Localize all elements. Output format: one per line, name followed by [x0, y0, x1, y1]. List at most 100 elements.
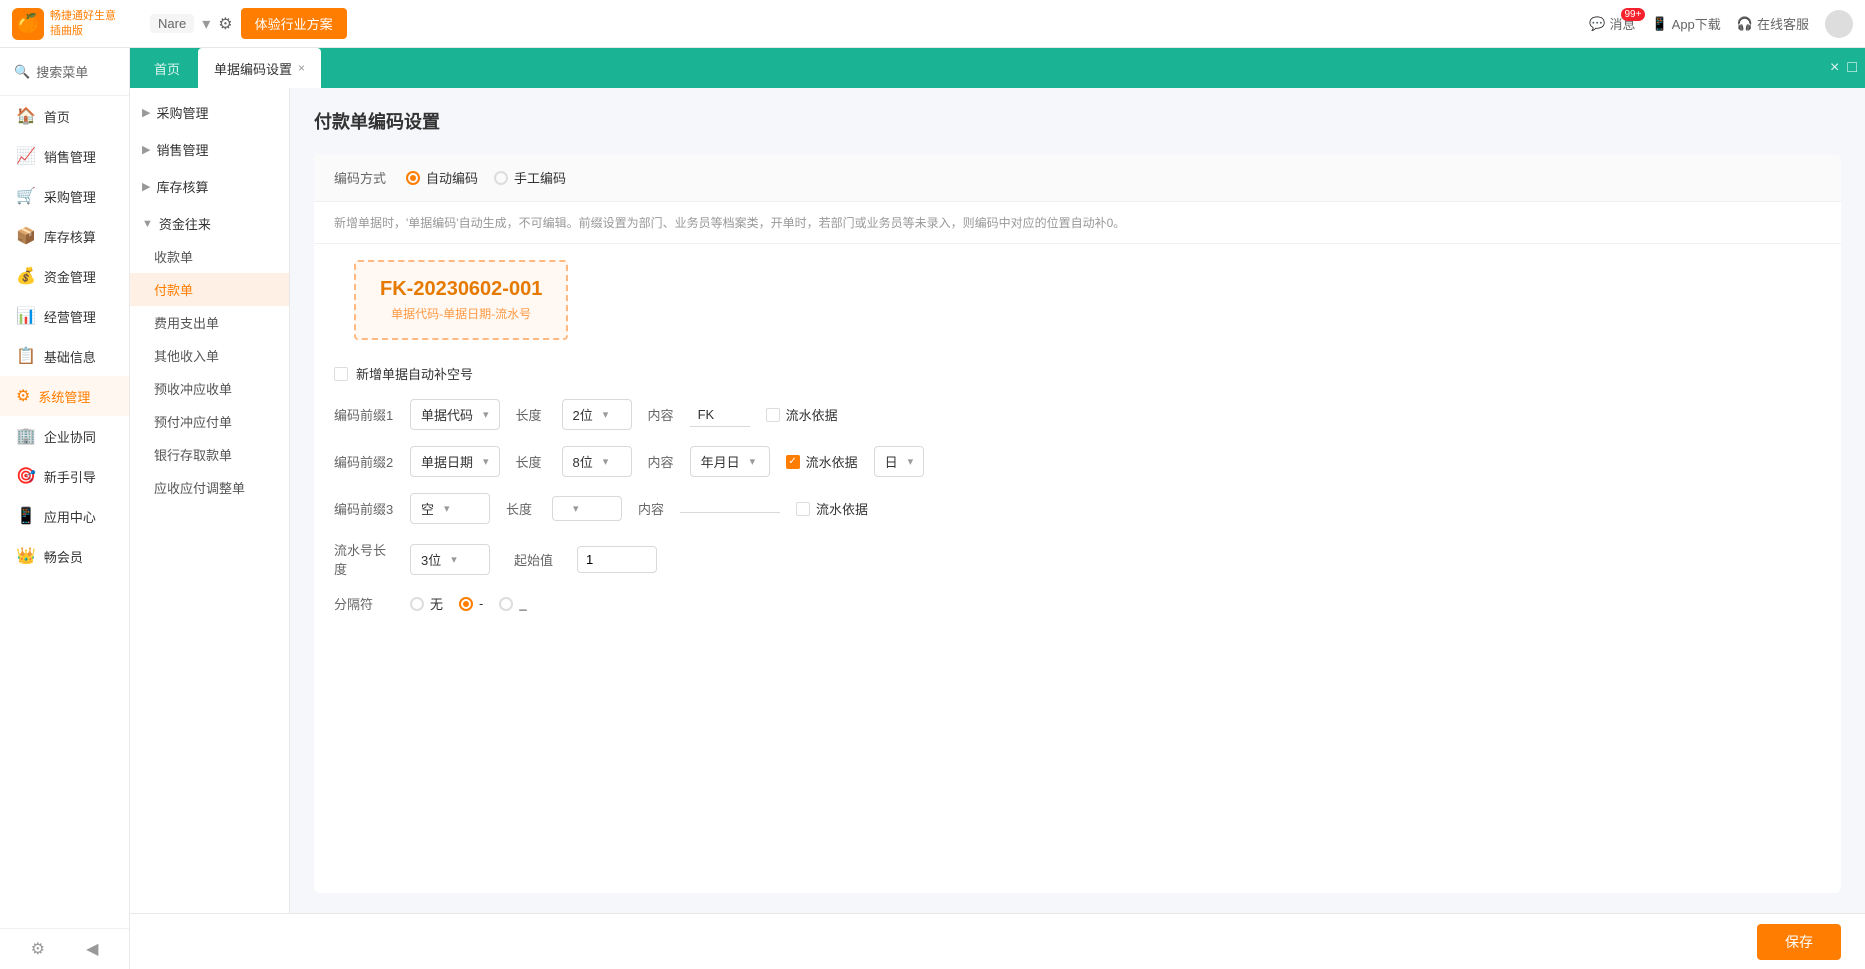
tab-maximize-icon[interactable]: □ [1847, 59, 1857, 77]
second-sidebar-item-pre-payment[interactable]: 预付冲应付单 [130, 405, 289, 438]
separator-none-option[interactable]: 无 [410, 594, 443, 613]
second-sidebar-item-pre-receipt[interactable]: 预收冲应收单 [130, 372, 289, 405]
separator-radio-group: 无 - _ [410, 594, 527, 613]
content-area: ▶ 采购管理 ▶ 销售管理 ▶ 库存核算 [130, 88, 1865, 913]
prefix2-row: 编码前缀2 单据日期 ▾ 长度 8位 ▾ 内容 [334, 446, 1821, 477]
separator-dot2-radio[interactable] [499, 597, 513, 611]
tab-bar: 首页 单据编码设置 × × □ [130, 48, 1865, 88]
company-dropdown-icon[interactable]: ▾ [202, 14, 210, 34]
second-sidebar-sales-header[interactable]: ▶ 销售管理 [130, 133, 289, 166]
sidebar-item-apps[interactable]: 📱 应用中心 [0, 496, 129, 536]
sidebar-item-system[interactable]: ⚙ 系统管理 [0, 376, 129, 416]
logo-icon: 🍊 [12, 8, 44, 40]
company-selector[interactable]: Nare [150, 14, 194, 33]
prefix2-arrow-icon: ▾ [483, 455, 489, 468]
basic-icon: 📋 [16, 346, 36, 366]
main-content: 付款单编码设置 编码方式 自动编码 手工编码 [290, 88, 1865, 913]
trial-button[interactable]: 体验行业方案 [241, 8, 347, 39]
encoding-method-radio-group: 自动编码 手工编码 [406, 168, 566, 187]
prefix2-serial-checkbox[interactable]: ✓ [786, 455, 800, 469]
tab-home[interactable]: 首页 [138, 48, 196, 88]
prefix1-length-value: 2位 [573, 405, 593, 424]
sidebar-item-home[interactable]: 🏠 首页 [0, 96, 129, 136]
prefix2-length-value: 8位 [573, 452, 593, 471]
prefix2-length-select[interactable]: 8位 ▾ [562, 446, 632, 477]
separator-row: 分隔符 无 - [334, 594, 1821, 613]
separator-dot2-option[interactable]: _ [499, 596, 526, 611]
top-header: 🍊 畅捷通好生意 插曲版 Nare ▾ ⚙ 体验行业方案 💬 消息 99+ 📱 … [0, 0, 1865, 48]
manual-encode-option[interactable]: 手工编码 [494, 168, 566, 187]
second-sidebar-purchase-header[interactable]: ▶ 采购管理 [130, 96, 289, 129]
prefix3-length-label: 长度 [506, 499, 536, 518]
sidebar-item-purchase[interactable]: 🛒 采购管理 [0, 176, 129, 216]
prefix2-length-arrow-icon: ▾ [603, 455, 609, 468]
separator-dot1-radio[interactable] [459, 597, 473, 611]
prefix3-length-select[interactable]: ▾ [552, 496, 622, 521]
prefix1-select[interactable]: 单据代码 ▾ [410, 399, 500, 430]
tab-current[interactable]: 单据编码设置 × [198, 48, 321, 88]
prefix2-content-select[interactable]: 年月日 ▾ [690, 446, 770, 477]
prefix3-serial-checkbox[interactable] [796, 502, 810, 516]
search-menu-button[interactable]: 🔍 搜索菜单 [8, 58, 121, 85]
sidebar-item-enterprise[interactable]: 🏢 企业协同 [0, 416, 129, 456]
prefix2-content-value: 年月日 [701, 452, 740, 471]
sidebar-item-inventory[interactable]: 📦 库存核算 [0, 216, 129, 256]
second-sidebar-item-bank[interactable]: 银行存取款单 [130, 438, 289, 471]
message-badge[interactable]: 💬 消息 99+ [1589, 14, 1635, 33]
second-sidebar-inventory-header[interactable]: ▶ 库存核算 [130, 170, 289, 203]
tab-current-label: 单据编码设置 [214, 59, 292, 78]
prefix3-label: 编码前缀3 [334, 499, 394, 518]
sidebar-search-area: 🔍 搜索菜单 [0, 48, 129, 96]
second-sidebar-capital-header[interactable]: ▼ 资金往来 [130, 207, 289, 240]
prefix3-content-label: 内容 [638, 499, 664, 518]
prefix1-serial-label: 流水依据 [786, 405, 838, 424]
sidebar-item-operations[interactable]: 📊 经营管理 [0, 296, 129, 336]
serial-length-select[interactable]: 3位 ▾ [410, 544, 490, 575]
sidebar-enterprise-label: 企业协同 [44, 427, 96, 446]
prefix1-label: 编码前缀1 [334, 405, 394, 424]
second-sidebar-item-receipt[interactable]: 收款单 [130, 240, 289, 273]
online-service[interactable]: 🎧 在线客服 [1737, 14, 1809, 33]
tab-close-icon[interactable]: × [298, 61, 305, 75]
user-avatar[interactable] [1825, 10, 1853, 38]
manual-encode-radio[interactable] [494, 171, 508, 185]
sidebar-item-sales[interactable]: 📈 销售管理 [0, 136, 129, 176]
prefix1-serial-checkbox-group: 流水依据 [766, 405, 838, 424]
config-section: 编码前缀1 单据代码 ▾ 长度 2位 ▾ 内容 FK [314, 399, 1841, 649]
second-sidebar-item-other-income[interactable]: 其他收入单 [130, 339, 289, 372]
separator-dot2-label: _ [519, 596, 526, 611]
separator-dot1-label: - [479, 596, 483, 611]
tab-minimize-icon[interactable]: × [1830, 59, 1839, 77]
serial-start-input[interactable] [577, 546, 657, 573]
auto-fill-checkbox[interactable] [334, 367, 348, 381]
auto-encode-label: 自动编码 [426, 168, 478, 187]
prefix2-length-label: 长度 [516, 452, 546, 471]
sidebar-collapse-icon[interactable]: ◀ [86, 939, 98, 959]
second-sidebar-item-payment[interactable]: 付款单 [130, 273, 289, 306]
second-sidebar-item-expense[interactable]: 费用支出单 [130, 306, 289, 339]
separator-none-radio[interactable] [410, 597, 424, 611]
auto-encode-radio[interactable] [406, 171, 420, 185]
sidebar-settings-icon[interactable]: ⚙ [31, 939, 45, 959]
prefix2-serial-label: 流水依据 [806, 452, 858, 471]
sidebar-item-membership[interactable]: 👑 畅会员 [0, 536, 129, 576]
save-button[interactable]: 保存 [1757, 924, 1841, 960]
prefix2-select[interactable]: 单据日期 ▾ [410, 446, 500, 477]
auto-encode-option[interactable]: 自动编码 [406, 168, 478, 187]
prefix2-serial-period-select[interactable]: 日 ▾ [874, 446, 925, 477]
separator-dot1-option[interactable]: - [459, 596, 483, 611]
prefix2-serial-period-arrow-icon: ▾ [908, 455, 914, 468]
prefix1-length-select[interactable]: 2位 ▾ [562, 399, 632, 430]
app-download[interactable]: 📱 App下载 [1651, 14, 1720, 33]
second-sidebar-group-capital: ▼ 资金往来 收款单 付款单 费用支出单 其他收入单 预收冲应收单 预付冲应付单… [130, 207, 289, 504]
sidebar-item-guide[interactable]: 🎯 新手引导 [0, 456, 129, 496]
sidebar-guide-label: 新手引导 [44, 467, 96, 486]
prefix3-select[interactable]: 空 ▾ [410, 493, 490, 524]
purchase-group-label: 采购管理 [156, 103, 208, 122]
prefix1-serial-checkbox[interactable] [766, 408, 780, 422]
logo-subtitle: 插曲版 [50, 24, 116, 38]
settings-icon[interactable]: ⚙ [218, 14, 232, 34]
sidebar-item-basic[interactable]: 📋 基础信息 [0, 336, 129, 376]
sidebar-item-finance[interactable]: 💰 资金管理 [0, 256, 129, 296]
second-sidebar-item-adjustment[interactable]: 应收应付调整单 [130, 471, 289, 504]
